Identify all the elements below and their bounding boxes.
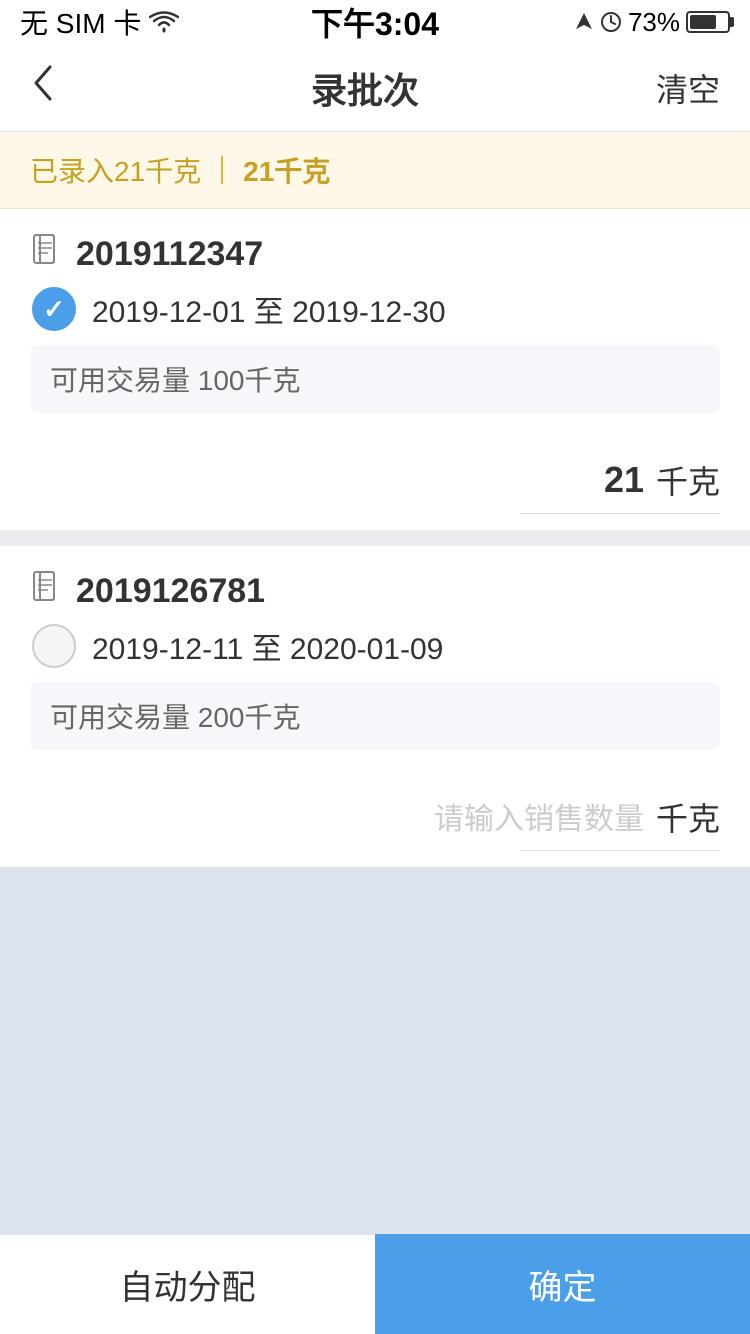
recorded-value: 21千克 xyxy=(243,150,330,190)
amount-input-2[interactable] xyxy=(162,796,644,838)
amount-unit-2: 千克 xyxy=(656,794,720,840)
batch-date-1: 2019-12-01 至 2019-12-30 xyxy=(92,287,446,331)
nav-bar: 录批次 清空 xyxy=(0,44,750,132)
auto-distribute-button[interactable]: 自动分配 xyxy=(0,1234,375,1334)
batch-doc-icon-1 xyxy=(30,233,64,275)
battery-icon xyxy=(686,11,730,33)
amount-section-2: 千克 xyxy=(0,774,750,851)
status-time: 下午3:04 xyxy=(311,0,439,45)
page-title: 录批次 xyxy=(311,62,419,114)
clock-icon xyxy=(600,11,622,33)
status-right: 73% xyxy=(574,7,730,38)
batch-item-1: 2019112347 2019-12-01 至 2019-12-30 可用交易量… xyxy=(0,209,750,437)
batch-doc-icon-2 xyxy=(30,570,64,612)
batch-radio-2[interactable] xyxy=(32,624,76,668)
amount-unit-1: 千克 xyxy=(656,457,720,503)
batch-date-2: 2019-12-11 至 2020-01-09 xyxy=(92,624,443,668)
wifi-icon xyxy=(149,11,179,33)
recorded-label: 已录入21千克 xyxy=(30,150,201,190)
amount-row-1: 千克 xyxy=(0,437,750,513)
batch-date-row-1[interactable]: 2019-12-01 至 2019-12-30 xyxy=(30,287,720,331)
section-divider xyxy=(0,530,750,546)
batch-list-2: 2019126781 2019-12-11 至 2020-01-09 可用交易量… xyxy=(0,546,750,867)
clear-button[interactable]: 清空 xyxy=(640,65,720,111)
batch-avail-1: 可用交易量 100千克 xyxy=(30,345,720,413)
location-icon xyxy=(574,11,594,33)
batch-radio-1[interactable] xyxy=(32,287,76,331)
info-banner: 已录入21千克 21千克 xyxy=(0,132,750,209)
confirm-button[interactable]: 确定 xyxy=(375,1234,750,1334)
bottom-bar: 自动分配 确定 xyxy=(0,1234,750,1334)
batch-id-1: 2019112347 xyxy=(76,235,263,274)
batch-id-2: 2019126781 xyxy=(76,572,265,611)
status-left: 无 SIM 卡 xyxy=(20,2,179,42)
batch-avail-2: 可用交易量 200千克 xyxy=(30,682,720,750)
batch-date-row-2[interactable]: 2019-12-11 至 2020-01-09 xyxy=(30,624,720,668)
batch-list: 2019112347 2019-12-01 至 2019-12-30 可用交易量… xyxy=(0,209,750,530)
amount-underline-1 xyxy=(520,513,720,514)
batch-item-2: 2019126781 2019-12-11 至 2020-01-09 可用交易量… xyxy=(0,546,750,774)
amount-input-1[interactable] xyxy=(162,459,644,501)
banner-divider xyxy=(221,156,223,184)
batch-header-1: 2019112347 xyxy=(30,233,720,275)
status-bar: 无 SIM 卡 下午3:04 73% xyxy=(0,0,750,44)
amount-section-1: 千克 xyxy=(0,437,750,514)
back-button[interactable] xyxy=(30,63,90,113)
carrier-text: 无 SIM 卡 xyxy=(20,2,141,42)
amount-underline-2 xyxy=(520,850,720,851)
battery-percent: 73% xyxy=(628,7,680,38)
batch-header-2: 2019126781 xyxy=(30,570,720,612)
amount-row-2: 千克 xyxy=(0,774,750,850)
